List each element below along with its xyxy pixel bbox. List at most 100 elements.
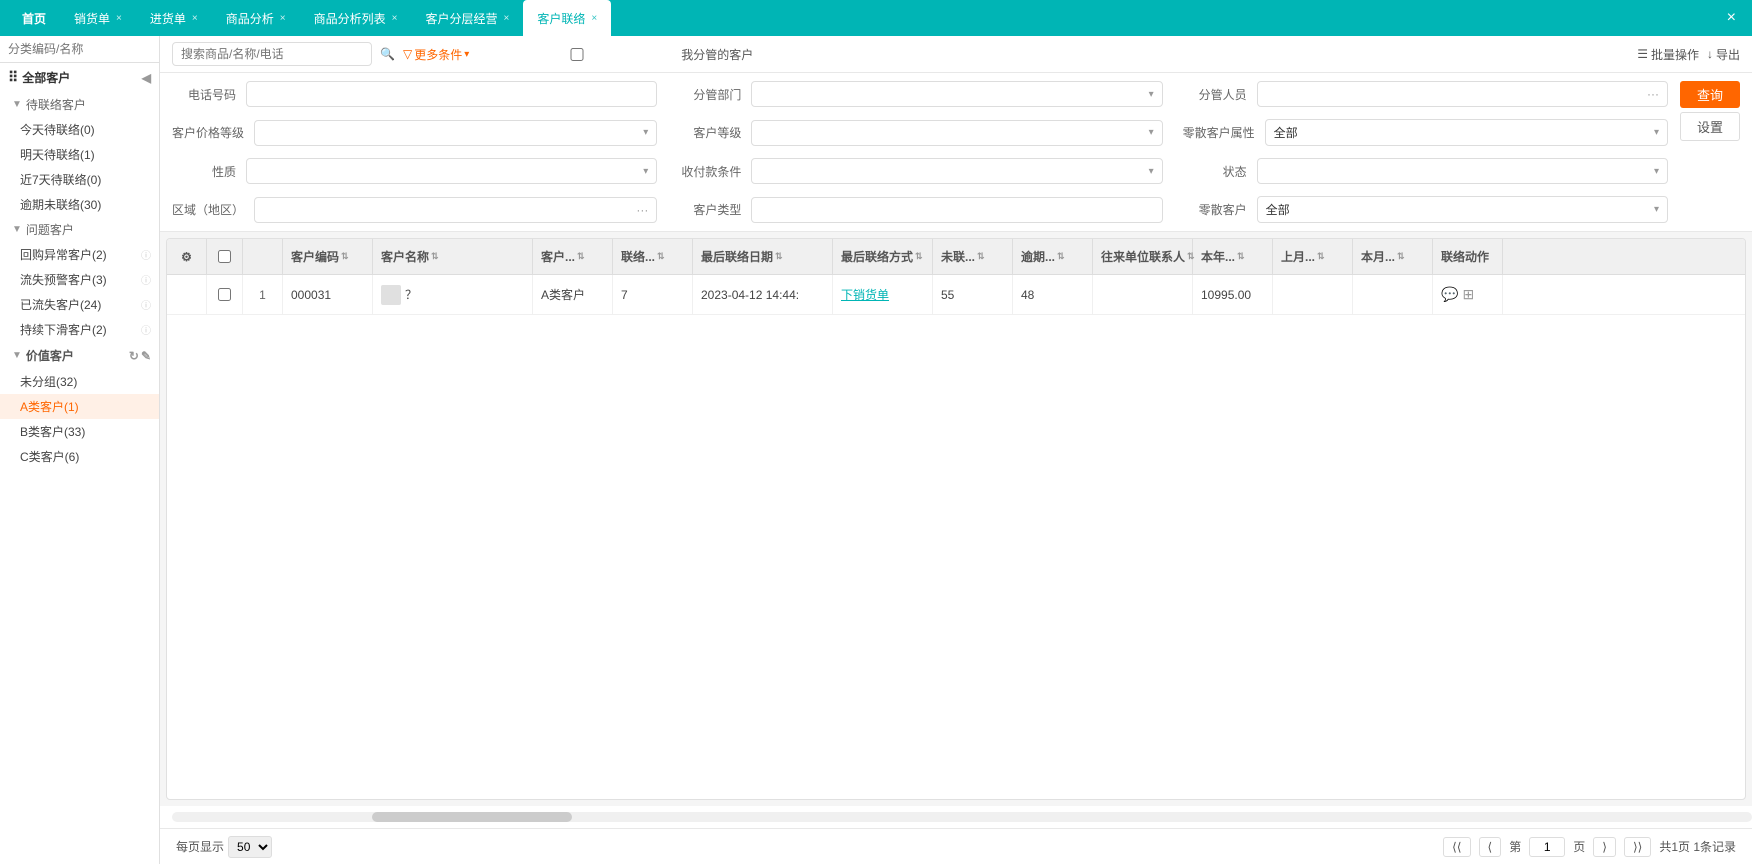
sidebar-search-input[interactable] <box>8 42 160 56</box>
row-last-method-link[interactable]: 下销货单 <box>841 286 889 303</box>
more-conditions-btn[interactable]: ▽ 更多条件 ▾ <box>403 46 469 63</box>
retail-attr-select[interactable]: 全部 ▾ <box>1265 119 1668 146</box>
per-page-select[interactable]: 50 <box>228 836 272 858</box>
chat-icon[interactable]: 💬 <box>1441 286 1458 303</box>
th-unit-contact[interactable]: 往来单位联系人 ⇅ <box>1093 239 1193 274</box>
table-body: 1 000031 ？ A类客户 7 <box>167 275 1745 799</box>
customer-type-label: 客户类型 <box>677 201 747 218</box>
th-overdue[interactable]: 逾期... ⇅ <box>1013 239 1093 274</box>
page-label: 第 <box>1509 838 1521 855</box>
sidebar-item-week-pending[interactable]: 近7天待联络(0) <box>0 167 159 192</box>
tab-product-analysis[interactable]: 商品分析 × <box>212 0 300 36</box>
dots-icon: ⠿ <box>8 69 18 86</box>
batch-ops-icon: ☰ <box>1637 47 1648 61</box>
edit-icon[interactable]: ✎ <box>141 349 151 363</box>
value-customers-group[interactable]: ▼ 价值客户 ↻ ✎ <box>0 342 159 369</box>
scroll-thumb[interactable] <box>372 812 572 822</box>
filter-status: 状态 ▾ <box>1183 158 1668 184</box>
phone-input[interactable] <box>246 81 657 107</box>
sidebar-item-churn-warning[interactable]: 流失预警客户(3) ⓘ <box>0 267 159 292</box>
tab-customer-tier-close[interactable]: × <box>503 13 509 24</box>
export-btn[interactable]: ↓ 导出 <box>1707 46 1740 63</box>
query-button[interactable]: 查询 <box>1680 81 1740 108</box>
th-last-method[interactable]: 最后联络方式 ⇅ <box>833 239 933 274</box>
th-this-year[interactable]: 本年... ⇅ <box>1193 239 1273 274</box>
row-checkbox[interactable] <box>218 288 231 301</box>
status-select[interactable]: ▾ <box>1257 158 1668 184</box>
th-checkbox[interactable] <box>207 239 243 274</box>
pending-contact-group[interactable]: ▼ 待联络客户 <box>0 92 159 117</box>
last-page-btn[interactable]: ⟩⟩ <box>1624 837 1651 857</box>
first-page-btn[interactable]: ⟨⟨ <box>1443 837 1470 857</box>
prev-page-btn[interactable]: ⟨ <box>1479 837 1502 857</box>
class-a-label: A类客户(1) <box>20 398 79 415</box>
th-contact[interactable]: 联络... ⇅ <box>613 239 693 274</box>
th-name[interactable]: 客户名称 ⇅ <box>373 239 533 274</box>
price-level-select[interactable]: ▾ <box>254 120 657 146</box>
refresh-icon[interactable]: ↻ <box>129 349 139 363</box>
settings-button[interactable]: 设置 <box>1680 112 1740 141</box>
payment-select[interactable]: ▾ <box>751 158 1162 184</box>
th-action-label: 联络动作 <box>1441 248 1489 265</box>
th-this-month[interactable]: 本月... ⇅ <box>1353 239 1433 274</box>
th-not-contact[interactable]: 未联... ⇅ <box>933 239 1013 274</box>
th-last-date[interactable]: 最后联络日期 ⇅ <box>693 239 833 274</box>
qr-icon[interactable]: ⊞ <box>1462 286 1474 303</box>
tab-customer-contact-close[interactable]: × <box>591 13 597 24</box>
sidebar-item-tomorrow-pending[interactable]: 明天待联络(1) <box>0 142 159 167</box>
table-header: ⚙ 客户编码 ⇅ 客户名称 ⇅ 客户... ⇅ <box>167 239 1745 275</box>
tab-product-analysis-list-close[interactable]: × <box>392 13 398 24</box>
tab-purchase-label: 进货单 <box>150 10 186 27</box>
th-settings[interactable]: ⚙ <box>167 239 207 274</box>
th-code[interactable]: 客户编码 ⇅ <box>283 239 373 274</box>
region-select[interactable]: ··· <box>254 197 657 223</box>
batch-ops-btn[interactable]: ☰ 批量操作 <box>1637 46 1699 63</box>
th-this-year-label: 本年... <box>1201 248 1235 265</box>
sidebar-item-unclassified[interactable]: 未分组(32) <box>0 369 159 394</box>
sidebar-item-class-a[interactable]: A类客户(1) <box>0 394 159 419</box>
sidebar-item-class-b[interactable]: B类客户(33) <box>0 419 159 444</box>
filter-search-icon[interactable]: 🔍 <box>380 47 395 61</box>
sidebar-item-overdue-pending[interactable]: 逾期未联络(30) <box>0 192 159 217</box>
tab-purchase-close[interactable]: × <box>192 13 198 24</box>
th-contact-label: 联络... <box>621 248 655 265</box>
sidebar-item-today-pending[interactable]: 今天待联络(0) <box>0 117 159 142</box>
tab-home[interactable]: 首页 <box>8 0 60 36</box>
tab-product-analysis-close[interactable]: × <box>280 13 286 24</box>
next-page-btn[interactable]: ⟩ <box>1593 837 1616 857</box>
tab-customer-contact[interactable]: 客户联络 × <box>523 0 611 36</box>
th-class[interactable]: 客户... ⇅ <box>533 239 613 274</box>
all-customers-header[interactable]: ⠿ 全部客户 ◀ <box>0 63 159 92</box>
select-all-checkbox[interactable] <box>218 250 231 263</box>
customer-level-select[interactable]: ▾ <box>751 120 1162 146</box>
sidebar-item-churned[interactable]: 已流失客户(24) ⓘ <box>0 292 159 317</box>
top-navigation: 首页 销货单 × 进货单 × 商品分析 × 商品分析列表 × 客户分层经营 × … <box>0 0 1752 36</box>
sidebar-collapse-icon[interactable]: ◀ <box>142 71 151 85</box>
my-customers-checkbox-label[interactable]: 我分管的客户 <box>477 46 753 63</box>
person-label: 分管人员 <box>1183 86 1253 103</box>
sidebar-item-class-c[interactable]: C类客户(6) <box>0 444 159 469</box>
dept-select[interactable]: ▾ <box>751 81 1162 107</box>
window-close-button[interactable]: × <box>1719 9 1744 27</box>
row-contact: 7 <box>621 288 628 302</box>
my-customers-checkbox[interactable] <box>477 48 677 61</box>
customer-type-select[interactable] <box>751 197 1162 223</box>
tab-customer-tier[interactable]: 客户分层经营 × <box>411 0 523 36</box>
page-input[interactable] <box>1529 837 1565 857</box>
tab-sales-close[interactable]: × <box>116 13 122 24</box>
problem-customers-group[interactable]: ▼ 问题客户 <box>0 217 159 242</box>
tab-purchase[interactable]: 进货单 × <box>136 0 212 36</box>
info-icon-churn-warning: ⓘ <box>141 272 151 287</box>
retail-customer-select[interactable]: 全部 ▾ <box>1257 196 1668 223</box>
tab-sales[interactable]: 销货单 × <box>60 0 136 36</box>
price-level-label: 客户价格等级 <box>172 124 250 141</box>
sidebar-item-declining[interactable]: 持续下滑客户(2) ⓘ <box>0 317 159 342</box>
th-last-month[interactable]: 上月... ⇅ <box>1273 239 1353 274</box>
horizontal-scrollbar[interactable] <box>172 812 1752 822</box>
td-checkbox[interactable] <box>207 275 243 314</box>
sidebar-item-repurchase-anomaly[interactable]: 回购异常客户(2) ⓘ <box>0 242 159 267</box>
gender-select[interactable]: ▾ <box>246 158 657 184</box>
search-input[interactable] <box>172 42 372 66</box>
person-select[interactable]: ··· <box>1257 81 1668 107</box>
tab-product-analysis-list[interactable]: 商品分析列表 × <box>300 0 412 36</box>
